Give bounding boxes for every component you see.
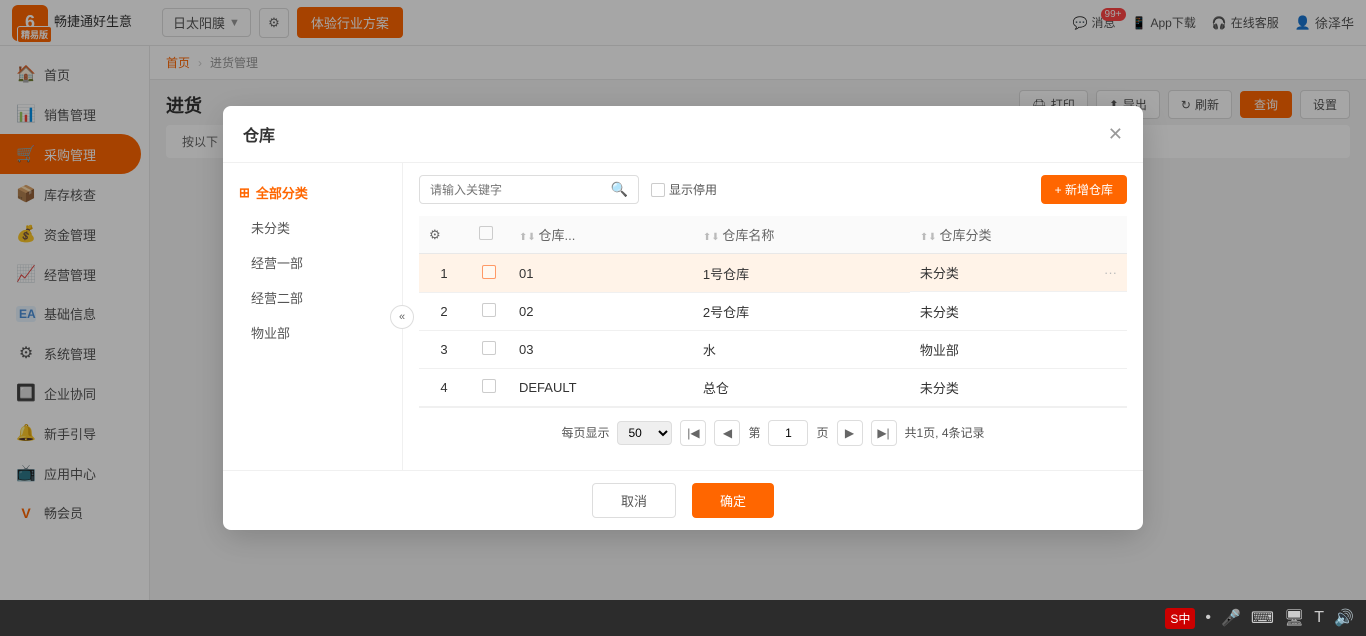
row-cat-2: 未分类 bbox=[910, 292, 1127, 330]
category-item-unclassified[interactable]: 未分类 bbox=[223, 210, 402, 245]
dialog-header: 仓库 ✕ bbox=[223, 106, 1143, 163]
category-item-ops1[interactable]: 经营一部 bbox=[223, 245, 402, 280]
row-cb-3[interactable] bbox=[469, 330, 509, 368]
pagination-bar: 每页显示 50 20 100 |◀ ◀ 第 页 ▶ ▶| 共1页, 4条记录 bbox=[419, 407, 1127, 458]
sort-icon-cat: ⬆⬇ bbox=[920, 232, 940, 243]
taskbar-keyboard-icon[interactable]: ⌨ bbox=[1251, 608, 1274, 628]
table-row[interactable]: 4 DEFAULT 总仓 未分类 bbox=[419, 368, 1127, 406]
add-warehouse-button[interactable]: + 新增仓库 bbox=[1041, 175, 1127, 204]
taskbar-display-icon[interactable]: 🖥 bbox=[1284, 608, 1304, 628]
taskbar-t-icon[interactable]: T bbox=[1314, 609, 1324, 627]
last-page-button[interactable]: ▶| bbox=[871, 420, 897, 446]
row-no-1: 1 bbox=[419, 254, 469, 293]
show-disabled-checkbox[interactable] bbox=[651, 183, 665, 197]
grid-icon: ⊞ bbox=[239, 185, 250, 201]
confirm-button[interactable]: 确定 bbox=[692, 483, 774, 518]
search-bar: 🔍 显示停用 + 新增仓库 bbox=[419, 175, 1127, 204]
per-page-select[interactable]: 50 20 100 bbox=[617, 421, 672, 445]
th-category: ⬆⬇ 仓库分类 bbox=[910, 216, 1127, 254]
sort-icon-code: ⬆⬇ bbox=[519, 232, 539, 243]
dialog-body: ⊞ 全部分类 未分类 经营一部 经营二部 物业部 « bbox=[223, 163, 1143, 470]
row-name-3: 水 bbox=[693, 330, 910, 368]
search-input[interactable] bbox=[430, 183, 605, 197]
gear-col-icon: ⚙ bbox=[429, 227, 441, 242]
row-cat-4: 未分类 bbox=[910, 368, 1127, 406]
next-page-button[interactable]: ▶ bbox=[837, 420, 863, 446]
th-code: ⬆⬇ 仓库... bbox=[509, 216, 693, 254]
row-cb-2[interactable] bbox=[469, 292, 509, 330]
categories-panel: ⊞ 全部分类 未分类 经营一部 经营二部 物业部 « bbox=[223, 163, 403, 470]
select-all-checkbox[interactable] bbox=[479, 226, 493, 240]
all-categories-item[interactable]: ⊞ 全部分类 bbox=[223, 175, 402, 210]
sort-icon-name: ⬆⬇ bbox=[703, 232, 723, 243]
th-gear: ⚙ bbox=[419, 216, 469, 254]
table-body: 1 01 1号仓库 未分类 ··· 2 bbox=[419, 254, 1127, 407]
row-code-1: 01 bbox=[509, 254, 693, 293]
taskbar-speaker-icon[interactable]: 🔊 bbox=[1334, 608, 1354, 628]
row-no-4: 4 bbox=[419, 368, 469, 406]
first-page-button[interactable]: |◀ bbox=[680, 420, 706, 446]
row-name-1: 1号仓库 bbox=[693, 254, 910, 293]
prev-page-button[interactable]: ◀ bbox=[714, 420, 740, 446]
modal-overlay: 仓库 ✕ ⊞ 全部分类 未分类 经营一部 经营二部 bbox=[0, 0, 1366, 636]
collapse-panel-button[interactable]: « bbox=[390, 305, 414, 329]
row-name-4: 总仓 bbox=[693, 368, 910, 406]
row-name-2: 2号仓库 bbox=[693, 292, 910, 330]
row-code-4: DEFAULT bbox=[509, 368, 693, 406]
taskbar-dot-icon: • bbox=[1205, 609, 1211, 627]
search-input-wrap: 🔍 bbox=[419, 175, 639, 204]
search-icon: 🔍 bbox=[611, 181, 628, 198]
table-row[interactable]: 3 03 水 物业部 bbox=[419, 330, 1127, 368]
th-checkbox bbox=[469, 216, 509, 254]
page-number-input[interactable] bbox=[768, 420, 808, 446]
cancel-button[interactable]: 取消 bbox=[592, 483, 676, 518]
page-label: 第 bbox=[748, 424, 760, 441]
table-row[interactable]: 2 02 2号仓库 未分类 bbox=[419, 292, 1127, 330]
total-records: 共1页, 4条记录 bbox=[905, 424, 985, 441]
page-unit: 页 bbox=[816, 424, 828, 441]
all-categories-label: 全部分类 bbox=[256, 183, 308, 202]
category-item-ops2[interactable]: 经营二部 bbox=[223, 280, 402, 315]
th-name: ⬆⬇ 仓库名称 bbox=[693, 216, 910, 254]
row-no-3: 3 bbox=[419, 330, 469, 368]
taskbar-s-icon[interactable]: S中 bbox=[1165, 608, 1195, 629]
row-cb-4[interactable] bbox=[469, 368, 509, 406]
row-cat-1: 未分类 ··· bbox=[910, 254, 1127, 292]
bottom-taskbar: S中 • 🎤 ⌨ 🖥 T 🔊 bbox=[0, 600, 1366, 636]
show-disabled-label[interactable]: 显示停用 bbox=[651, 181, 717, 198]
row-code-3: 03 bbox=[509, 330, 693, 368]
row-no-2: 2 bbox=[419, 292, 469, 330]
dialog-close-button[interactable]: ✕ bbox=[1108, 124, 1123, 145]
row-code-2: 02 bbox=[509, 292, 693, 330]
row-actions-1[interactable]: ··· bbox=[1104, 265, 1117, 280]
right-panel: 🔍 显示停用 + 新增仓库 ⚙ bbox=[403, 163, 1143, 470]
table-wrap: ⚙ ⬆⬇ 仓库... ⬆⬇ bbox=[419, 216, 1127, 407]
dialog-footer: 取消 确定 bbox=[223, 470, 1143, 530]
table-row[interactable]: 1 01 1号仓库 未分类 ··· bbox=[419, 254, 1127, 293]
row-cat-3: 物业部 bbox=[910, 330, 1127, 368]
per-page-label: 每页显示 bbox=[561, 424, 609, 441]
warehouse-table: ⚙ ⬆⬇ 仓库... ⬆⬇ bbox=[419, 216, 1127, 407]
warehouse-dialog: 仓库 ✕ ⊞ 全部分类 未分类 经营一部 经营二部 bbox=[223, 106, 1143, 530]
dialog-title: 仓库 bbox=[243, 122, 275, 146]
taskbar-mic-icon[interactable]: 🎤 bbox=[1221, 608, 1241, 628]
table-header: ⚙ ⬆⬇ 仓库... ⬆⬇ bbox=[419, 216, 1127, 254]
category-item-property[interactable]: 物业部 bbox=[223, 315, 402, 350]
row-cb-1[interactable] bbox=[469, 254, 509, 293]
